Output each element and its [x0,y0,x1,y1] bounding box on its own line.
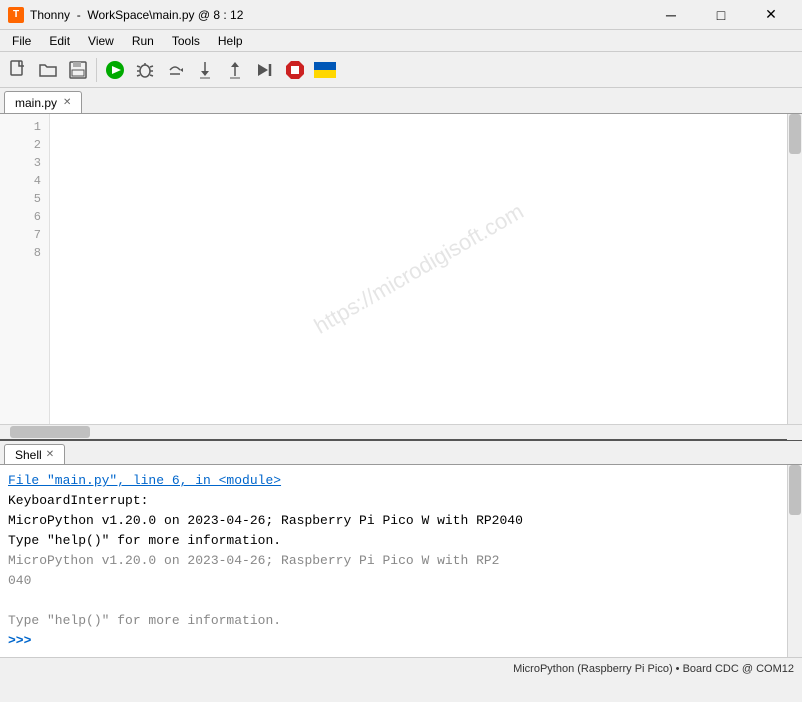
save-icon [68,60,88,80]
separator-1 [96,58,97,82]
minimize-button[interactable]: ─ [648,0,694,30]
run-icon [104,59,126,81]
toolbar [0,52,802,88]
line-num-1: 1 [0,118,49,136]
stop-icon [284,59,306,81]
stop-button[interactable] [281,56,309,84]
title-bar: T Thonny - WorkSpace\main.py @ 8 : 12 ─ … [0,0,802,30]
editor-scrollbar[interactable] [787,114,802,424]
step-out-icon [225,60,245,80]
shell-tab[interactable]: Shell ✕ [4,444,65,464]
menu-tools[interactable]: Tools [164,32,208,50]
line-num-7: 7 [0,226,49,244]
editor-tab-main[interactable]: main.py ✕ [4,91,82,113]
line-num-5: 5 [0,190,49,208]
editor-tab-close[interactable]: ✕ [63,97,71,108]
flag-button[interactable] [311,56,339,84]
editor-hscrollbar[interactable] [0,424,802,439]
open-icon [38,60,58,80]
status-bar: MicroPython (Raspberry Pi Pico) • Board … [0,657,802,679]
shell-prompt-line: >>> [8,631,779,651]
menu-run[interactable]: Run [124,32,162,50]
shell-scrollbar-thumb[interactable] [789,465,801,515]
shell-line-3: MicroPython v1.20.0 on 2023-04-26; Raspb… [8,511,779,531]
shell-prompt[interactable]: >>> [8,633,31,648]
line-num-2: 2 [0,136,49,154]
new-button[interactable] [4,56,32,84]
shell-tab-label: Shell [15,448,42,462]
step-into-button[interactable] [191,56,219,84]
editor-area: 1 2 3 4 5 6 7 8 https://microdigisoft.co… [0,114,802,424]
editor-tab-bar: main.py ✕ [0,88,802,114]
line-num-8: 8 [0,244,49,262]
open-button[interactable] [34,56,62,84]
close-button[interactable]: ✕ [748,0,794,30]
shell-line-2: KeyboardInterrupt: [8,491,779,511]
title-bar-left: T Thonny - WorkSpace\main.py @ 8 : 12 [8,7,243,23]
new-icon [8,60,28,80]
save-button[interactable] [64,56,92,84]
menu-edit[interactable]: Edit [41,32,78,50]
editor-scrollbar-track[interactable] [788,114,802,424]
line-numbers: 1 2 3 4 5 6 7 8 [0,114,50,424]
status-text: MicroPython (Raspberry Pi Pico) • Board … [513,663,794,675]
debug-button[interactable] [131,56,159,84]
shell-tab-bar: Shell ✕ [0,441,802,465]
maximize-button[interactable]: □ [698,0,744,30]
resume-button[interactable] [251,56,279,84]
editor-hscrollbar-track[interactable] [0,425,787,439]
shell-tab-close[interactable]: ✕ [46,449,54,460]
shell-panel: Shell ✕ File "main.py", line 6, in <modu… [0,439,802,657]
app-title: Thonny - WorkSpace\main.py @ 8 : 12 [30,8,243,22]
app-icon: T [8,7,24,23]
step-over-button[interactable] [161,56,189,84]
shell-body: File "main.py", line 6, in <module> Keyb… [0,465,802,657]
shell-scrollbar-track[interactable] [788,465,802,657]
run-button[interactable] [101,56,129,84]
debug-icon [134,59,156,81]
editor-hscrollbar-thumb[interactable] [10,426,90,438]
step-out-button[interactable] [221,56,249,84]
shell-line-6: 040 [8,571,779,591]
menu-bar: File Edit View Run Tools Help [0,30,802,52]
line-num-6: 6 [0,208,49,226]
line-num-4: 4 [0,172,49,190]
shell-line-8: Type "help()" for more information. [8,611,779,631]
shell-line-1: File "main.py", line 6, in <module> [8,471,779,491]
step-over-icon [165,60,185,80]
watermark: https://microdigisoft.com [311,202,525,336]
scrollbar-corner [787,425,802,440]
shell-line-5: MicroPython v1.20.0 on 2023-04-26; Raspb… [8,551,779,571]
step-into-icon [195,60,215,80]
menu-help[interactable]: Help [210,32,251,50]
menu-view[interactable]: View [80,32,122,50]
shell-content[interactable]: File "main.py", line 6, in <module> Keyb… [0,465,787,657]
title-bar-controls: ─ □ ✕ [648,0,794,30]
editor-scrollbar-thumb[interactable] [789,114,801,154]
shell-line-4: Type "help()" for more information. [8,531,779,551]
editor-content[interactable]: https://microdigisoft.com [50,114,787,424]
menu-file[interactable]: File [4,32,39,50]
editor-tab-label: main.py [15,96,57,110]
ukraine-flag-icon [314,62,336,78]
shell-link[interactable]: File "main.py", line 6, in <module> [8,473,281,488]
line-num-3: 3 [0,154,49,172]
shell-scrollbar[interactable] [787,465,802,657]
shell-line-7 [8,591,779,611]
resume-icon [255,60,275,80]
